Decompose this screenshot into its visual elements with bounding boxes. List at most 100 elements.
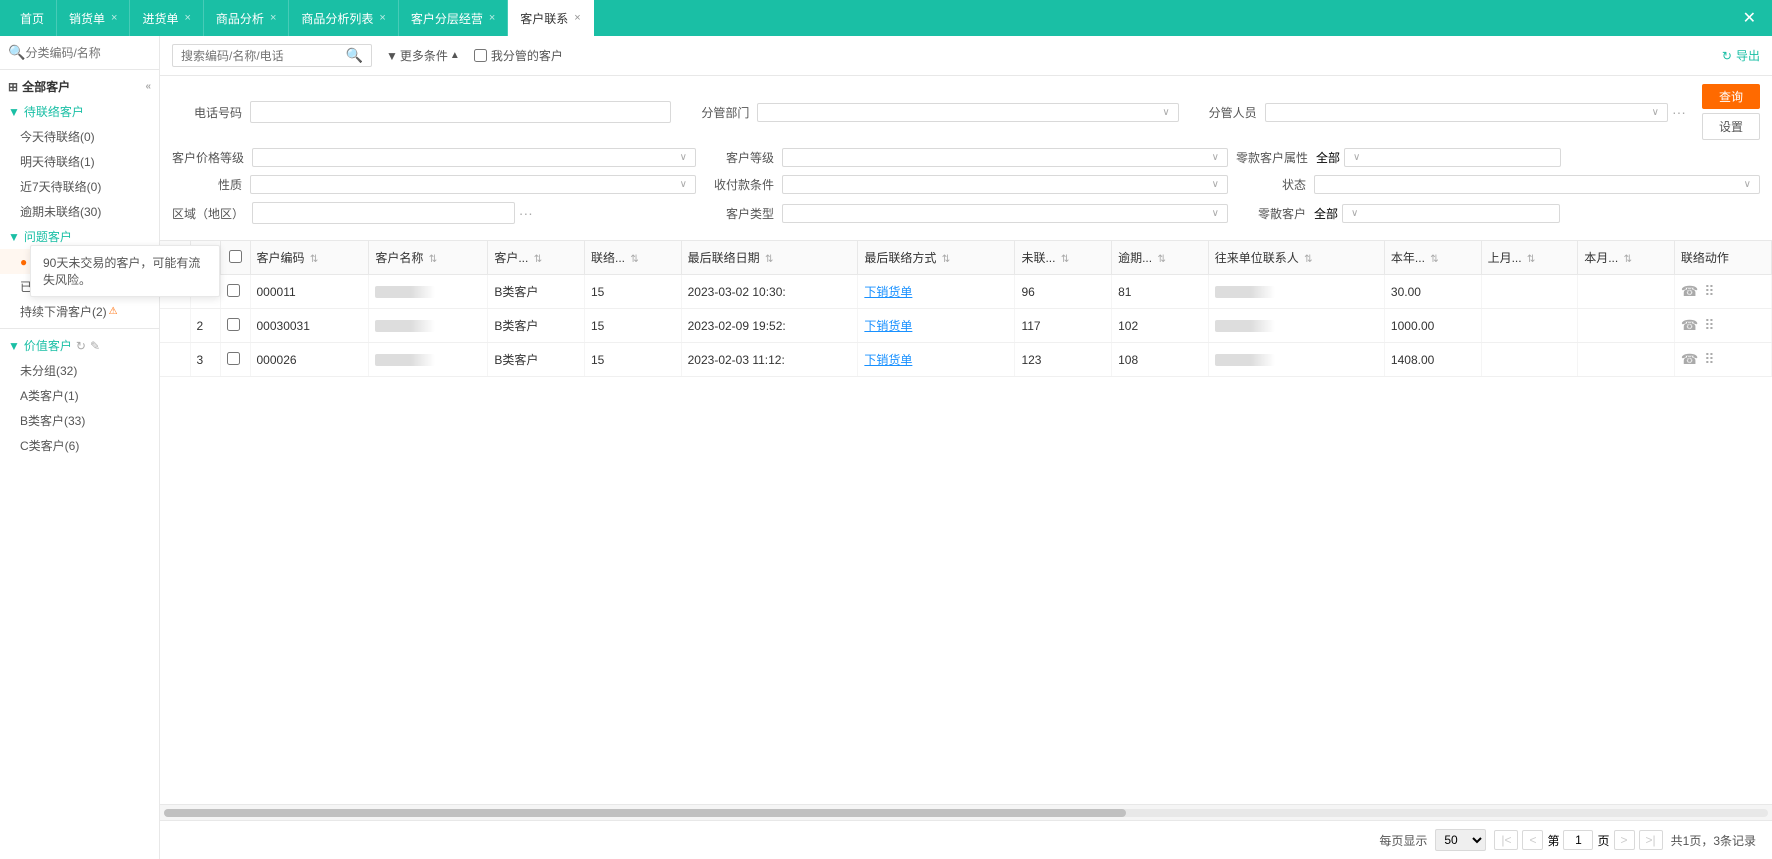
more-icon-3[interactable]: ⠿	[1704, 351, 1714, 368]
refresh-icon[interactable]: ↻	[76, 339, 86, 353]
next-page-button[interactable]: >	[1614, 830, 1635, 850]
sort-this-year-icon[interactable]: ⇅	[1430, 254, 1438, 265]
more-icon-2[interactable]: ⠿	[1704, 317, 1714, 334]
th-checkbox[interactable]	[220, 241, 250, 275]
sort-name-icon[interactable]: ⇅	[429, 254, 437, 265]
last-page-button[interactable]: >|	[1639, 830, 1663, 850]
th-contact-person[interactable]: 往来单位联系人 ⇅	[1208, 241, 1384, 275]
last-method-link-1[interactable]: 下销货单	[864, 285, 912, 299]
tab-purchase-close[interactable]: ×	[184, 12, 190, 24]
tab-purchase[interactable]: 进货单 ×	[130, 0, 203, 36]
query-button[interactable]: 查询	[1702, 84, 1760, 109]
contact-icon-2[interactable]: ☎	[1681, 317, 1698, 334]
sidebar-item-today[interactable]: 今天待联络(0)	[0, 124, 159, 149]
sidebar-item-class-c[interactable]: C类客户(6)	[0, 433, 159, 458]
window-close-button[interactable]: ✕	[1735, 8, 1764, 28]
contact-icon-1[interactable]: ☎	[1681, 283, 1698, 300]
zero-customer-select[interactable]: ∨	[1342, 204, 1560, 223]
region-ellipsis-icon[interactable]: ···	[519, 205, 533, 221]
sort-last-method-icon[interactable]: ⇅	[942, 254, 950, 265]
sort-uncontacted-icon[interactable]: ⇅	[1061, 254, 1069, 265]
tab-customer-tier[interactable]: 客户分层经营 ×	[399, 0, 508, 36]
search-input[interactable]	[181, 49, 346, 63]
horizontal-scrollbar[interactable]	[160, 804, 1772, 820]
sort-last-date-icon[interactable]: ⇅	[765, 254, 773, 265]
group-pending-contact[interactable]: ▼ 待联络客户	[0, 99, 159, 124]
select-all-checkbox[interactable]	[229, 250, 242, 263]
edit-icon[interactable]: ✎	[90, 339, 100, 353]
all-customers-section[interactable]: ⊞ 全部客户 «	[0, 70, 159, 99]
tab-product-analysis-close[interactable]: ×	[270, 12, 276, 24]
row-2-checkbox[interactable]	[227, 318, 240, 331]
payment-select[interactable]: ∨	[782, 175, 1228, 194]
th-this-month[interactable]: 本月... ⇅	[1578, 241, 1675, 275]
prev-page-button[interactable]: <	[1522, 830, 1543, 850]
search-icon[interactable]: 🔍	[346, 47, 363, 64]
group-value-customers[interactable]: ▼ 价值客户 ↻ ✎	[0, 333, 159, 358]
my-customers-checkbox[interactable]	[474, 49, 487, 62]
th-last-month[interactable]: 上月... ⇅	[1481, 241, 1578, 275]
dept-select[interactable]: ∨	[757, 103, 1178, 122]
tab-customer-contact[interactable]: 客户联系 ×	[508, 0, 593, 36]
sort-type-icon[interactable]: ⇅	[534, 254, 542, 265]
gender-select[interactable]: ∨	[250, 175, 696, 194]
tab-sales[interactable]: 销货单 ×	[57, 0, 130, 36]
th-this-year[interactable]: 本年... ⇅	[1384, 241, 1481, 275]
th-last-method[interactable]: 最后联络方式 ⇅	[858, 241, 1015, 275]
last-method-link-2[interactable]: 下销货单	[864, 319, 912, 333]
sidebar-search-input[interactable]	[25, 46, 160, 60]
customer-level-select[interactable]: ∨	[782, 148, 1228, 167]
td-checkbox-1[interactable]	[220, 275, 250, 309]
phone-input[interactable]	[250, 101, 671, 123]
tab-product-list-close[interactable]: ×	[379, 12, 385, 24]
sort-person-icon[interactable]: ⇅	[1304, 254, 1312, 265]
tab-product-analysis[interactable]: 商品分析 ×	[204, 0, 289, 36]
scroll-thumb[interactable]	[164, 809, 1126, 817]
more-icon-1[interactable]: ⠿	[1704, 283, 1714, 300]
more-conditions-btn[interactable]: ▼ 更多条件 ▲	[380, 45, 466, 66]
settings-button[interactable]: 设置	[1702, 113, 1760, 140]
last-method-link-3[interactable]: 下销货单	[864, 353, 912, 367]
th-type[interactable]: 客户... ⇅	[488, 241, 585, 275]
sidebar-item-class-a[interactable]: A类客户(1)	[0, 383, 159, 408]
td-checkbox-2[interactable]	[220, 309, 250, 343]
export-button[interactable]: ↻ 导出	[1722, 47, 1760, 64]
th-overdue[interactable]: 逾期... ⇅	[1112, 241, 1209, 275]
price-level-select[interactable]: ∨	[252, 148, 696, 167]
sort-this-month-icon[interactable]: ⇅	[1624, 254, 1632, 265]
tab-customer-contact-close[interactable]: ×	[574, 12, 580, 24]
zero-attr-select[interactable]: ∨	[1344, 148, 1561, 167]
tab-home[interactable]: 首页	[8, 0, 57, 36]
tab-sales-close[interactable]: ×	[111, 12, 117, 24]
my-customers-checkbox-label[interactable]: 我分管的客户	[474, 47, 563, 64]
manager-select[interactable]: ∨	[1265, 103, 1668, 122]
row-1-checkbox[interactable]	[227, 284, 240, 297]
sidebar-item-tomorrow[interactable]: 明天待联络(1)	[0, 149, 159, 174]
th-code[interactable]: 客户编码 ⇅	[250, 241, 369, 275]
tab-customer-tier-close[interactable]: ×	[489, 12, 495, 24]
page-input[interactable]	[1563, 830, 1593, 850]
sort-last-month-icon[interactable]: ⇅	[1527, 254, 1535, 265]
region-input[interactable]	[252, 202, 515, 224]
tab-product-list[interactable]: 商品分析列表 ×	[289, 0, 398, 36]
td-checkbox-3[interactable]	[220, 343, 250, 377]
sort-overdue-icon[interactable]: ⇅	[1157, 254, 1165, 265]
sidebar-item-ungrouped[interactable]: 未分组(32)	[0, 358, 159, 383]
th-uncontacted[interactable]: 未联... ⇅	[1015, 241, 1112, 275]
th-name[interactable]: 客户名称 ⇅	[369, 241, 488, 275]
customer-type-select[interactable]: ∨	[782, 204, 1228, 223]
th-last-date[interactable]: 最后联络日期 ⇅	[681, 241, 858, 275]
per-page-select[interactable]: 50 100 200	[1435, 829, 1486, 851]
th-contact-count[interactable]: 联络... ⇅	[584, 241, 681, 275]
sort-contact-icon[interactable]: ⇅	[630, 254, 638, 265]
sort-code-icon[interactable]: ⇅	[310, 254, 318, 265]
row-3-checkbox[interactable]	[227, 352, 240, 365]
sidebar-item-overdue[interactable]: 逾期未联络(30)	[0, 199, 159, 224]
sidebar-item-declining[interactable]: 持续下滑客户(2) ⚠	[0, 299, 159, 324]
status-select[interactable]: ∨	[1314, 175, 1760, 194]
sidebar-item-7days[interactable]: 近7天待联络(0)	[0, 174, 159, 199]
contact-icon-3[interactable]: ☎	[1681, 351, 1698, 368]
sidebar-item-class-b[interactable]: B类客户(33)	[0, 408, 159, 433]
scroll-track[interactable]	[164, 809, 1768, 817]
manager-ellipsis-icon[interactable]: ···	[1672, 104, 1686, 120]
